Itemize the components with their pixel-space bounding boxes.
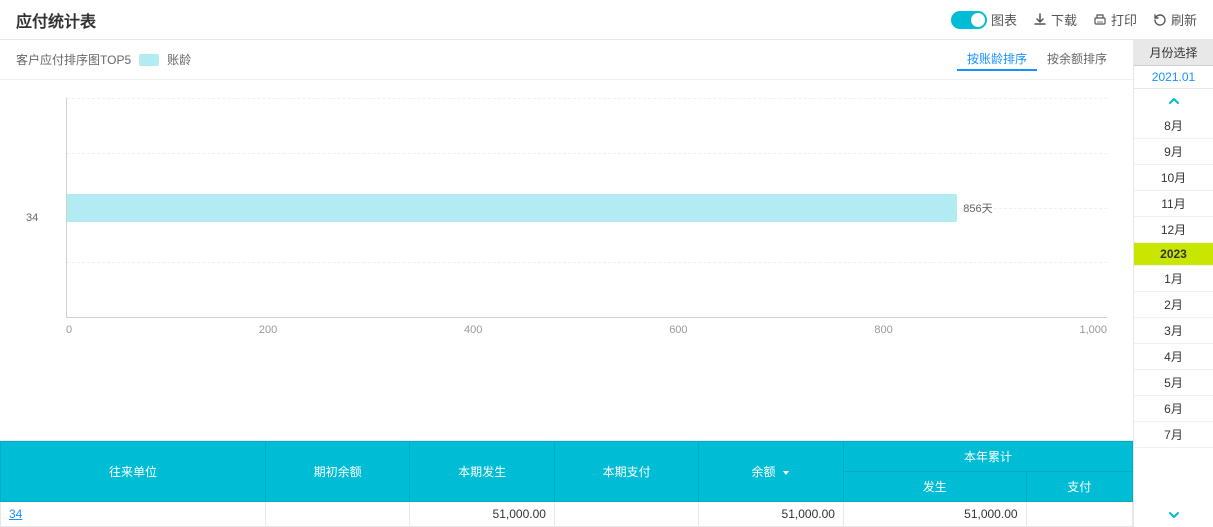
table-row: 34 51,000.00 51,000.00 51,000.00 [1, 502, 1133, 527]
sidebar-year-2023[interactable]: 2023 [1134, 243, 1213, 266]
chevron-up-icon [1166, 93, 1182, 109]
sidebar-month-2[interactable]: 2月 [1134, 292, 1213, 318]
refresh-icon [1153, 13, 1167, 27]
chart-legend: 客户应付排序图TOP5 账龄 [16, 51, 191, 68]
legend-title: 客户应付排序图TOP5 [16, 51, 131, 68]
print-icon [1093, 13, 1107, 27]
col-payment-header: 本期支付 [554, 442, 699, 502]
header-actions: 图表 下载 打印 刷新 [951, 10, 1197, 29]
x-label-2: 400 [464, 324, 482, 336]
bar-chart-container: 856天 34 0 200 400 600 800 1,000 [0, 80, 1133, 440]
cell-ytd-pay [1026, 502, 1132, 527]
col-opening-header: 期初余额 [265, 442, 410, 502]
cell-opening [265, 502, 410, 527]
y-axis-label: 34 [26, 212, 38, 224]
print-label: 打印 [1111, 10, 1137, 29]
cell-balance: 51,000.00 [699, 502, 844, 527]
chart-plot: 856天 [66, 98, 1107, 318]
sidebar-month-6[interactable]: 6月 [1134, 396, 1213, 422]
main-content: 客户应付排序图TOP5 账龄 按账龄排序 按余额排序 [0, 40, 1213, 527]
bar-row: 856天 [67, 194, 1107, 222]
chart-toggle-action[interactable]: 图表 [951, 10, 1017, 29]
x-label-4: 800 [874, 324, 892, 336]
sidebar-month-11[interactable]: 11月 [1134, 191, 1213, 217]
cell-ytd-occur: 51,000.00 [843, 502, 1026, 527]
cell-occurrence: 51,000.00 [410, 502, 555, 527]
download-icon [1033, 13, 1047, 27]
chart-toggle-label: 图表 [991, 10, 1017, 29]
cell-payment [554, 502, 699, 527]
right-sidebar: 月份选择 2021.01 8月 9月 10月 11月 12月 2023 1月 2… [1133, 40, 1213, 527]
table-header-row: 往来单位 期初余额 本期发生 本期支付 余额 本年累计 [1, 442, 1133, 472]
sort-by-age-btn[interactable]: 按账龄排序 [957, 48, 1037, 71]
chart-inner: 856天 34 0 200 400 600 800 1,000 [16, 88, 1117, 348]
sort-icon [781, 468, 791, 478]
sidebar-scroll-down-btn[interactable] [1134, 503, 1213, 527]
download-action[interactable]: 下载 [1033, 10, 1077, 29]
table-section: 往来单位 期初余额 本期发生 本期支付 余额 本年累计 [0, 440, 1133, 527]
col-ytd-occur-header: 发生 [843, 472, 1026, 502]
sidebar-month-4[interactable]: 4月 [1134, 344, 1213, 370]
chart-header: 客户应付排序图TOP5 账龄 按账龄排序 按余额排序 [0, 40, 1133, 80]
table-wrapper: 往来单位 期初余额 本期发生 本期支付 余额 本年累计 [0, 441, 1133, 527]
download-label: 下载 [1051, 10, 1077, 29]
sidebar-month-3[interactable]: 3月 [1134, 318, 1213, 344]
x-label-1: 200 [259, 324, 277, 336]
unit-link[interactable]: 34 [9, 507, 22, 521]
grid-line-2 [67, 153, 1107, 154]
grid-line-4 [67, 262, 1107, 263]
sidebar-header: 月份选择 [1134, 40, 1213, 66]
chevron-down-icon [1166, 507, 1182, 523]
refresh-label: 刷新 [1171, 10, 1197, 29]
sidebar-month-1[interactable]: 1月 [1134, 266, 1213, 292]
x-label-5: 1,000 [1079, 324, 1107, 336]
sidebar-year-display[interactable]: 2021.01 [1134, 66, 1213, 89]
sidebar-month-5[interactable]: 5月 [1134, 370, 1213, 396]
bar-right-label: 856天 [963, 200, 992, 216]
col-occurrence-header: 本期发生 [410, 442, 555, 502]
data-table: 往来单位 期初余额 本期发生 本期支付 余额 本年累计 [0, 441, 1133, 527]
page-title: 应付统计表 [16, 8, 96, 32]
sidebar-month-10[interactable]: 10月 [1134, 165, 1213, 191]
x-axis: 0 200 400 600 800 1,000 [66, 320, 1107, 348]
print-action[interactable]: 打印 [1093, 10, 1137, 29]
sidebar-month-12[interactable]: 12月 [1134, 217, 1213, 243]
col-balance-header: 余额 [699, 442, 844, 502]
chart-section: 客户应付排序图TOP5 账龄 按账龄排序 按余额排序 [0, 40, 1133, 527]
legend-color-box [139, 54, 159, 66]
sidebar-month-9[interactable]: 9月 [1134, 139, 1213, 165]
sidebar-month-8[interactable]: 8月 [1134, 113, 1213, 139]
refresh-action[interactable]: 刷新 [1153, 10, 1197, 29]
chart-toggle-switch[interactable] [951, 11, 987, 29]
col-unit-header: 往来单位 [1, 442, 266, 502]
table-body: 34 51,000.00 51,000.00 51,000.00 [1, 502, 1133, 527]
legend-item-label: 账龄 [167, 51, 191, 68]
sidebar-month-7[interactable]: 7月 [1134, 422, 1213, 448]
sidebar-months: 8月 9月 10月 11月 12月 2023 1月 2月 3月 4月 5月 6月… [1134, 113, 1213, 503]
bar-fill [67, 194, 957, 222]
cell-unit: 34 [1, 502, 266, 527]
grid-line-1 [67, 98, 1107, 99]
x-label-0: 0 [66, 324, 72, 336]
chart-sort-buttons: 按账龄排序 按余额排序 [957, 48, 1117, 71]
header: 应付统计表 图表 下载 打印 刷新 [0, 0, 1213, 40]
sort-by-balance-btn[interactable]: 按余额排序 [1037, 48, 1117, 71]
x-label-3: 600 [669, 324, 687, 336]
col-ytd-header: 本年累计 [843, 442, 1132, 472]
col-ytd-pay-header: 支付 [1026, 472, 1132, 502]
sidebar-scroll-up-btn[interactable] [1134, 89, 1213, 113]
